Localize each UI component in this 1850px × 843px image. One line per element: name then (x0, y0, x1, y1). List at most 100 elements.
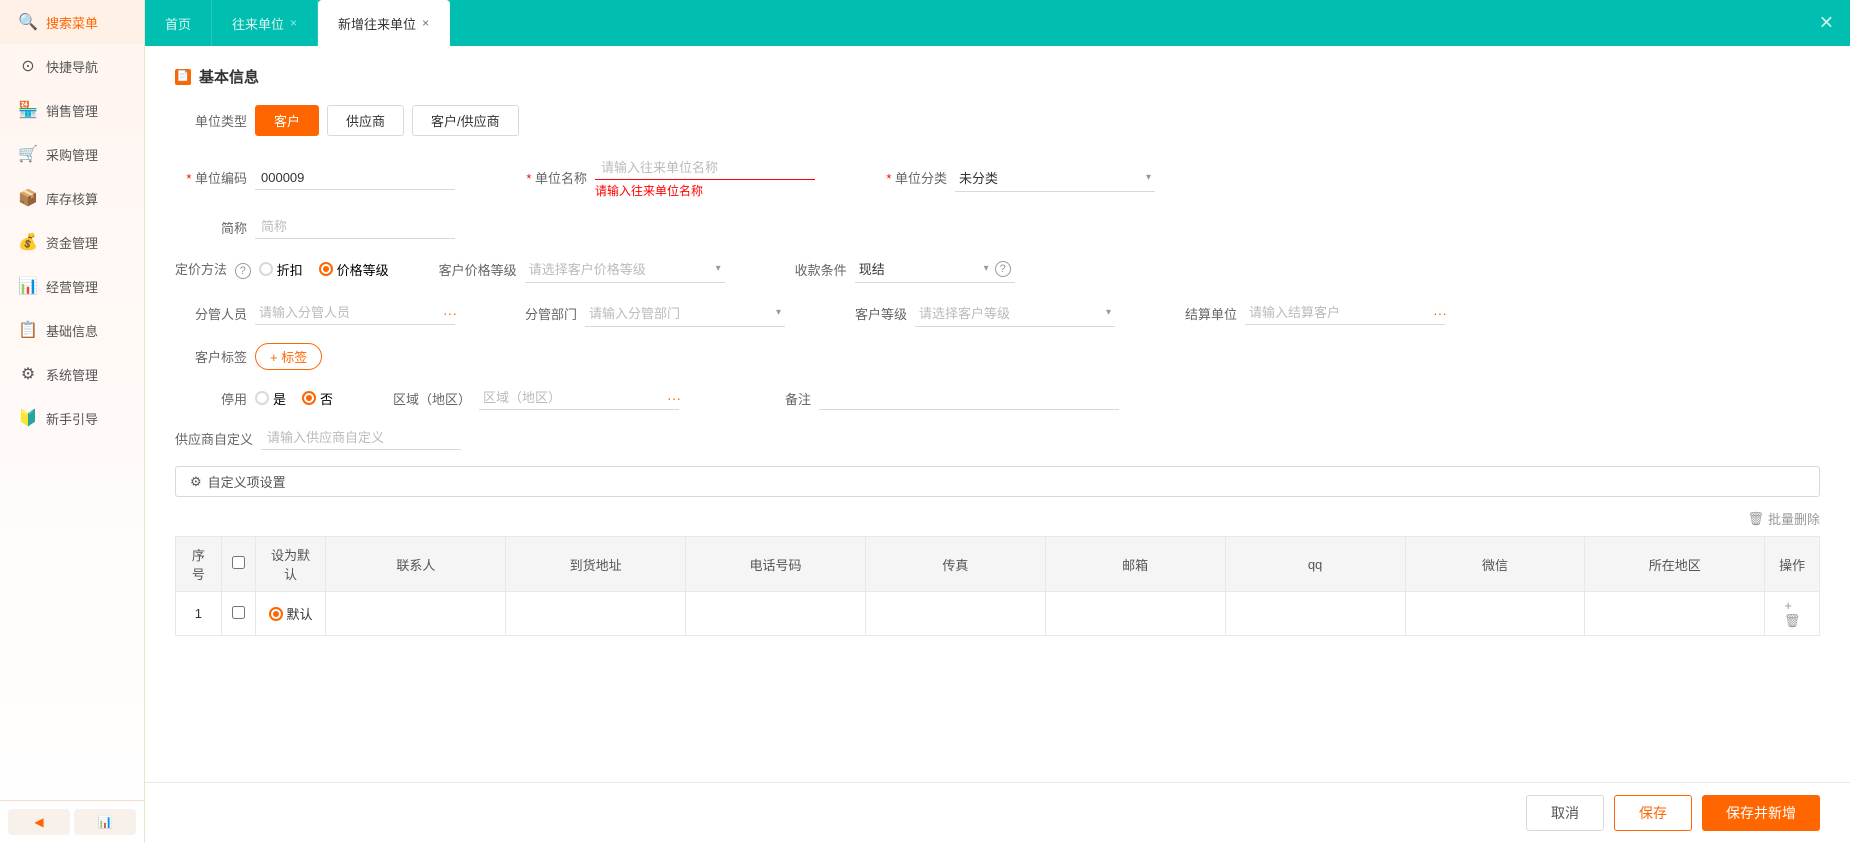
row-fax-input[interactable] (876, 606, 1035, 621)
region-field: ··· (479, 386, 679, 410)
customer-level-placeholder: 请选择客户等级 (919, 303, 1106, 322)
payment-label: 收款条件 (775, 260, 855, 279)
sidebar-item-basicinfo[interactable]: 📋基础信息 (0, 308, 144, 352)
region-dots-btn[interactable]: ··· (663, 388, 685, 408)
unit-type-both-button[interactable]: 客户/供应商 (412, 105, 519, 136)
tab-close-new-contact[interactable]: × (422, 16, 429, 30)
row-region-input[interactable] (1595, 606, 1754, 621)
section-header: 📄 基本信息 (175, 66, 1820, 87)
sidebar-label-search: 搜索菜单 (46, 13, 98, 32)
row-qq-input[interactable] (1236, 606, 1395, 621)
unit-type-label: 单位类型 (175, 111, 255, 130)
tab-new-contact[interactable]: 新增往来单位 × (318, 0, 450, 46)
settlement-input[interactable] (1245, 301, 1429, 324)
row-phone-input[interactable] (696, 606, 855, 621)
unit-category-select[interactable]: 未分类 ▾ (955, 164, 1155, 192)
tab-close-contact[interactable]: × (290, 16, 297, 30)
section-icon: 📄 (175, 69, 191, 85)
add-tag-button[interactable]: + 标签 (255, 343, 322, 370)
tab-label-new-contact: 新增往来单位 (338, 14, 416, 33)
sidebar-item-purchase[interactable]: 🛒采购管理 (0, 132, 144, 176)
pricing-help-icon[interactable]: ? (235, 263, 251, 279)
unit-category-label: 单位分类 (875, 168, 955, 187)
sidebar-item-search[interactable]: 🔍搜索菜单 (0, 0, 144, 44)
manager-input[interactable] (255, 301, 439, 324)
save-new-button[interactable]: 保存并新增 (1702, 795, 1820, 831)
pricing-radio-discount[interactable]: 折扣 (259, 260, 303, 279)
finance-icon: 💰 (18, 232, 38, 252)
unit-type-customer-button[interactable]: 客户 (255, 105, 319, 136)
sidebar-item-system[interactable]: ⚙系统管理 (0, 352, 144, 396)
dept-select[interactable]: 请输入分管部门 ▾ (585, 299, 785, 327)
sidebar-item-sales[interactable]: 🏪销售管理 (0, 88, 144, 132)
sidebar-label-operations: 经营管理 (46, 277, 98, 296)
custom-settings-label: 自定义项设置 (208, 472, 286, 491)
row-fax[interactable] (865, 592, 1045, 636)
unit-type-supplier-button[interactable]: 供应商 (327, 105, 404, 136)
row-address-input[interactable] (516, 606, 675, 621)
table-select-all[interactable] (232, 556, 245, 569)
sidebar-collapse-btn[interactable]: ◀ (8, 809, 70, 835)
operations-icon: 📊 (18, 276, 38, 296)
row-wechat[interactable] (1405, 592, 1585, 636)
unit-type-row: 单位类型 客户供应商客户/供应商 (175, 105, 1820, 136)
table-col-10: 所在地区 (1585, 537, 1765, 592)
row-checkbox[interactable] (232, 606, 245, 619)
sidebar-item-newguide[interactable]: 🔰新手引导 (0, 396, 144, 440)
sidebar-item-quicknav[interactable]: ⊙快捷导航 (0, 44, 144, 88)
settlement-dots-btn[interactable]: ··· (1429, 303, 1451, 323)
row-delete-btn[interactable]: 🗑 (1784, 613, 1801, 628)
table-col-3: 联系人 (326, 537, 506, 592)
row-region[interactable] (1585, 592, 1765, 636)
supplier-custom-input[interactable] (261, 426, 461, 450)
sidebar-item-finance[interactable]: 💰资金管理 (0, 220, 144, 264)
pricing-radio-price_level[interactable]: 价格等级 (319, 260, 389, 279)
remark-input[interactable] (819, 386, 1119, 410)
tab-bar-close-btn[interactable]: ✕ (1819, 13, 1834, 34)
row-checkbox-cell[interactable] (221, 592, 255, 636)
customer-price-select[interactable]: 请选择客户价格等级 ▾ (525, 255, 725, 283)
table-col-4: 到货地址 (506, 537, 686, 592)
unit-code-field (255, 166, 455, 190)
basicinfo-icon: 📋 (18, 320, 38, 340)
payment-select[interactable]: 现结 ▾ ? (855, 255, 1015, 283)
sidebar-stats-btn[interactable]: 📊 (74, 809, 136, 835)
customer-level-select[interactable]: 请选择客户等级 ▾ (915, 299, 1115, 327)
row-wechat-input[interactable] (1416, 606, 1575, 621)
row-contact[interactable] (326, 592, 506, 636)
payment-help-icon[interactable]: ? (995, 261, 1011, 277)
pricing-radio-circle-price_level (319, 262, 333, 276)
table-col-7: 邮箱 (1045, 537, 1225, 592)
tab-contact[interactable]: 往来单位 × (212, 0, 318, 46)
sidebar-item-operations[interactable]: 📊 经营管理 (0, 264, 144, 308)
sidebar: 🔍搜索菜单⊙快捷导航🏪销售管理🛒采购管理📦库存核算💰资金管理 📊 经营管理 📋基础信息… (0, 0, 145, 843)
row-phone[interactable] (686, 592, 866, 636)
custom-settings-button[interactable]: ⚙ 自定义项设置 (175, 466, 1820, 497)
sidebar-label-purchase: 采购管理 (46, 145, 98, 164)
abbr-input[interactable] (255, 215, 455, 239)
tab-label-contact: 往来单位 (232, 14, 284, 33)
sidebar-item-inventory[interactable]: 📦库存核算 (0, 176, 144, 220)
row-contact-input[interactable] (336, 606, 495, 621)
disabled-radio-yes[interactable]: 是 (255, 389, 286, 408)
table-row: 1 默认 + 🗑 (176, 592, 1820, 636)
row-address[interactable] (506, 592, 686, 636)
main-area: 首页往来单位 ×新增往来单位 × ✕ 📄 基本信息 单位类型 客户供应商客户/供… (145, 0, 1850, 843)
cancel-button[interactable]: 取消 (1526, 795, 1604, 831)
row-email-input[interactable] (1056, 606, 1215, 621)
tab-home[interactable]: 首页 (145, 0, 212, 46)
row-add-btn[interactable]: + (1784, 598, 1792, 613)
row-email[interactable] (1045, 592, 1225, 636)
disabled-radio-no[interactable]: 否 (302, 389, 333, 408)
row-default-radio[interactable] (269, 607, 283, 621)
row-qq[interactable] (1225, 592, 1405, 636)
batch-delete-label[interactable]: 批量删除 (1768, 509, 1820, 528)
sidebar-label-system: 系统管理 (46, 365, 98, 384)
unit-name-input[interactable] (595, 156, 815, 180)
save-button[interactable]: 保存 (1614, 795, 1692, 831)
settlement-field: ··· (1245, 301, 1445, 325)
region-input[interactable] (479, 386, 663, 409)
unit-category-value: 未分类 (959, 168, 1146, 187)
unit-code-input[interactable] (255, 166, 455, 190)
manager-dots-btn[interactable]: ··· (439, 303, 461, 323)
